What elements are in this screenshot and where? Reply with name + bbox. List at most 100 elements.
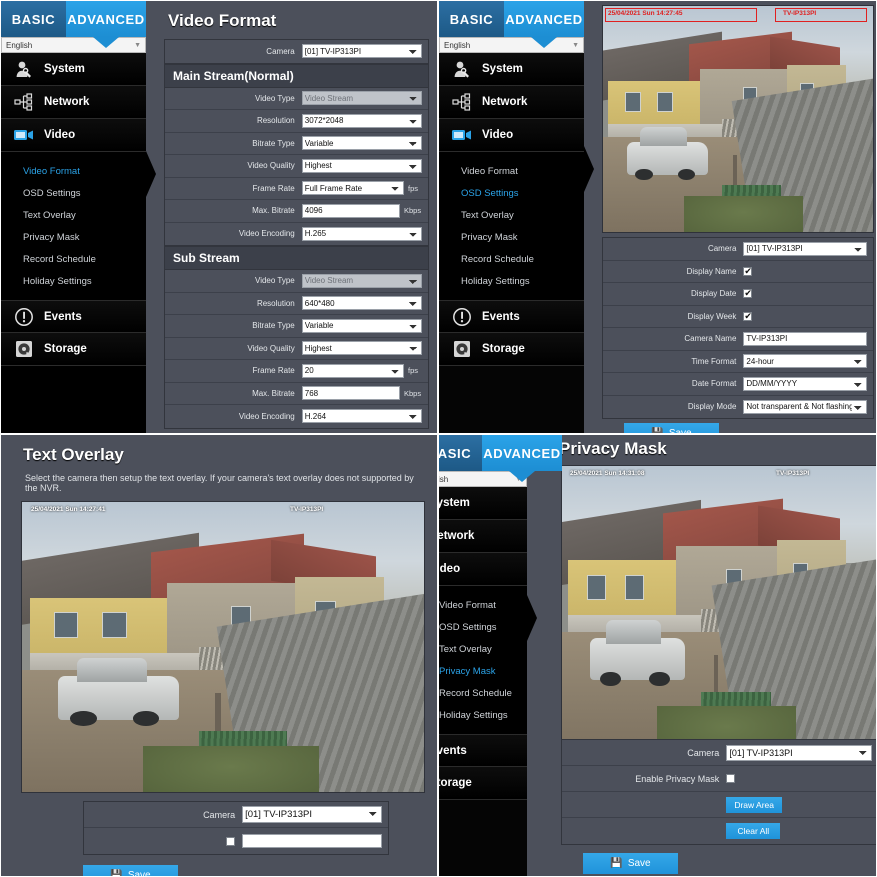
sidebar-item-storage[interactable]: Storage — [1, 333, 146, 366]
sidebar-item-video-format[interactable]: Video Format — [23, 160, 146, 182]
frame-rate-select[interactable]: 20 — [301, 363, 404, 378]
sidebar-item-record-schedule[interactable]: Record Schedule — [23, 248, 146, 270]
sidebar-item-events[interactable]: Events — [1, 300, 146, 333]
panel-video-format: BASIC ADVANCED English ▼ System Network — [0, 0, 438, 434]
row-camera-name: Camera Name — [603, 328, 873, 351]
tab-advanced[interactable]: ADVANCED — [482, 435, 562, 471]
field-label: Video Encoding — [238, 411, 295, 421]
save-button[interactable]: 💾 Save — [83, 865, 178, 876]
sidebar-item-events[interactable]: Events — [439, 300, 584, 333]
sidebar-item-record-schedule[interactable]: Record Schedule — [439, 682, 527, 704]
row-camera: Camera [01] TV-IP313PI — [165, 40, 428, 63]
sidebar-item-network[interactable]: Network — [1, 86, 146, 119]
sidebar-item-privacy-mask[interactable]: Privacy Mask — [461, 226, 584, 248]
display-mode-select[interactable]: Not transparent & Not flashing — [743, 399, 867, 414]
sidebar-item-storage[interactable]: Storage — [439, 333, 584, 366]
time-format-select[interactable]: 24-hour — [743, 354, 867, 369]
sidebar-item-osd-settings[interactable]: OSD Settings — [23, 182, 146, 204]
sidebar-item-text-overlay[interactable]: Text Overlay — [439, 638, 527, 660]
tab-basic[interactable]: BASIC — [1, 1, 66, 37]
camera-select[interactable]: [01] TV-IP313PI — [726, 744, 872, 761]
video-encoding-select[interactable]: H.265 — [301, 226, 422, 241]
display-date-checkbox[interactable] — [743, 288, 753, 299]
row-bitrate-type: Bitrate Type Variable — [165, 315, 428, 338]
sidebar-item-system[interactable]: System — [439, 487, 527, 520]
sidebar-item-network[interactable]: Network — [438, 520, 527, 553]
sidebar-item-video[interactable]: Video — [1, 119, 146, 152]
sidebar-item-video-format[interactable]: Video Format — [461, 160, 584, 182]
content-text-overlay: Text Overlay Select the camera then setu… — [1, 435, 437, 876]
sidebar-item-privacy-mask[interactable]: Privacy Mask — [23, 226, 146, 248]
draw-area-button[interactable]: Draw Area — [726, 796, 782, 813]
row-display-mode: Display Mode Not transparent & Not flashi… — [603, 396, 873, 419]
camera-select[interactable]: [01] TV-IP313PI — [743, 241, 867, 256]
tab-advanced[interactable]: ADVANCED — [66, 1, 146, 37]
language-select[interactable]: English ▼ — [1, 37, 146, 53]
row-frame-rate: Frame Rate Full Frame Rate fps — [165, 178, 428, 200]
video-quality-select[interactable]: Highest — [301, 341, 422, 356]
sidebar-item-network[interactable]: Network — [439, 86, 584, 119]
video-submenu: Video Format OSD Settings Text Overlay P… — [439, 152, 584, 300]
save-button[interactable]: 💾 Save — [624, 423, 719, 433]
sidebar-item-video[interactable]: Video — [439, 119, 584, 152]
camera-select[interactable]: [01] TV-IP313PI — [301, 44, 422, 59]
sidebar-item-label: Video — [44, 129, 76, 141]
overlay-enable-checkbox[interactable] — [226, 836, 236, 846]
row-camera: Camera [01] TV-IP313PI — [84, 802, 388, 828]
bitrate-type-select[interactable]: Variable — [301, 318, 422, 333]
resolution-select[interactable]: 640*480 — [301, 296, 422, 311]
date-format-select[interactable]: DD/MM/YYYY — [743, 376, 867, 391]
clear-all-button[interactable]: Clear All — [726, 823, 781, 839]
sidebar-item-system[interactable]: System — [1, 53, 146, 86]
field-label: Camera — [687, 747, 720, 758]
overlay-text-input[interactable] — [242, 834, 382, 848]
tab-basic[interactable]: BASIC — [439, 1, 504, 37]
enable-privacy-mask-checkbox[interactable] — [726, 774, 736, 783]
display-week-checkbox[interactable] — [743, 311, 753, 322]
sidebar-item-video[interactable]: Video — [439, 553, 527, 586]
camera-select[interactable]: [01] TV-IP313PI — [242, 806, 382, 823]
sidebar-item-text-overlay[interactable]: Text Overlay — [23, 204, 146, 226]
field-unit: Kbps — [404, 206, 422, 216]
language-value: English — [444, 40, 471, 50]
video-quality-select[interactable]: Highest — [301, 158, 422, 173]
network-tree-icon — [451, 92, 473, 112]
frame-rate-select[interactable]: Full Frame Rate — [301, 181, 404, 196]
row-frame-rate: Frame Rate 20 fps — [165, 360, 428, 383]
sidebar-item-holiday-settings[interactable]: Holiday Settings — [461, 270, 584, 292]
sidebar-item-privacy-mask[interactable]: Privacy Mask — [439, 660, 527, 682]
sidebar-item-record-schedule[interactable]: Record Schedule — [461, 248, 584, 270]
sidebar-item-storage[interactable]: Storage — [439, 767, 527, 800]
sidebar-item-label: Events — [439, 744, 467, 757]
camera-preview-osd[interactable]: 25/04/2021 Sun 14:27:45 TV-IP313PI — [602, 5, 874, 233]
display-name-checkbox[interactable] — [743, 266, 753, 277]
video-submenu: Video Format OSD Settings Text Overlay P… — [439, 586, 527, 734]
row-display-date: Display Date — [603, 283, 873, 306]
sidebar-item-text-overlay[interactable]: Text Overlay — [461, 204, 584, 226]
sidebar-item-label: Network — [438, 530, 475, 542]
max-bitrate-input[interactable] — [301, 386, 400, 401]
resolution-select[interactable]: 3072*2048 — [301, 113, 422, 128]
sidebar-item-osd-settings[interactable]: OSD Settings — [439, 616, 527, 638]
camcorder-icon — [13, 125, 35, 145]
sidebar-item-events[interactable]: Events — [439, 734, 527, 767]
camcorder-icon — [451, 125, 473, 145]
video-encoding-select[interactable]: H.264 — [301, 409, 422, 424]
camera-name-input[interactable] — [743, 331, 867, 346]
tab-advanced[interactable]: ADVANCED — [504, 1, 584, 37]
language-select[interactable]: English ▼ — [439, 37, 584, 53]
tab-basic[interactable]: BASIC — [439, 435, 482, 471]
sidebar-item-holiday-settings[interactable]: Holiday Settings — [23, 270, 146, 292]
chevron-down-icon: ▼ — [572, 41, 579, 49]
sidebar-item-system[interactable]: System — [439, 53, 584, 86]
sidebar-item-osd-settings[interactable]: OSD Settings — [461, 182, 584, 204]
bitrate-type-select[interactable]: Variable — [301, 136, 422, 151]
camera-preview-text-overlay[interactable]: 25/04/2021 Sun 14:27:41 TV-IP313PI — [21, 501, 425, 793]
max-bitrate-input[interactable] — [301, 203, 400, 218]
camera-preview-privacy-mask[interactable]: 25/04/2021 Sun 14:31:08 TV-IP313PI — [561, 465, 876, 753]
sidebar-item-label: Events — [44, 310, 82, 323]
sidebar-item-video-format[interactable]: Video Format — [439, 594, 527, 616]
sidebar-item-holiday-settings[interactable]: Holiday Settings — [439, 704, 527, 726]
main-stream-header: Main Stream(Normal) — [165, 63, 428, 88]
save-button[interactable]: 💾 Save — [583, 853, 678, 874]
